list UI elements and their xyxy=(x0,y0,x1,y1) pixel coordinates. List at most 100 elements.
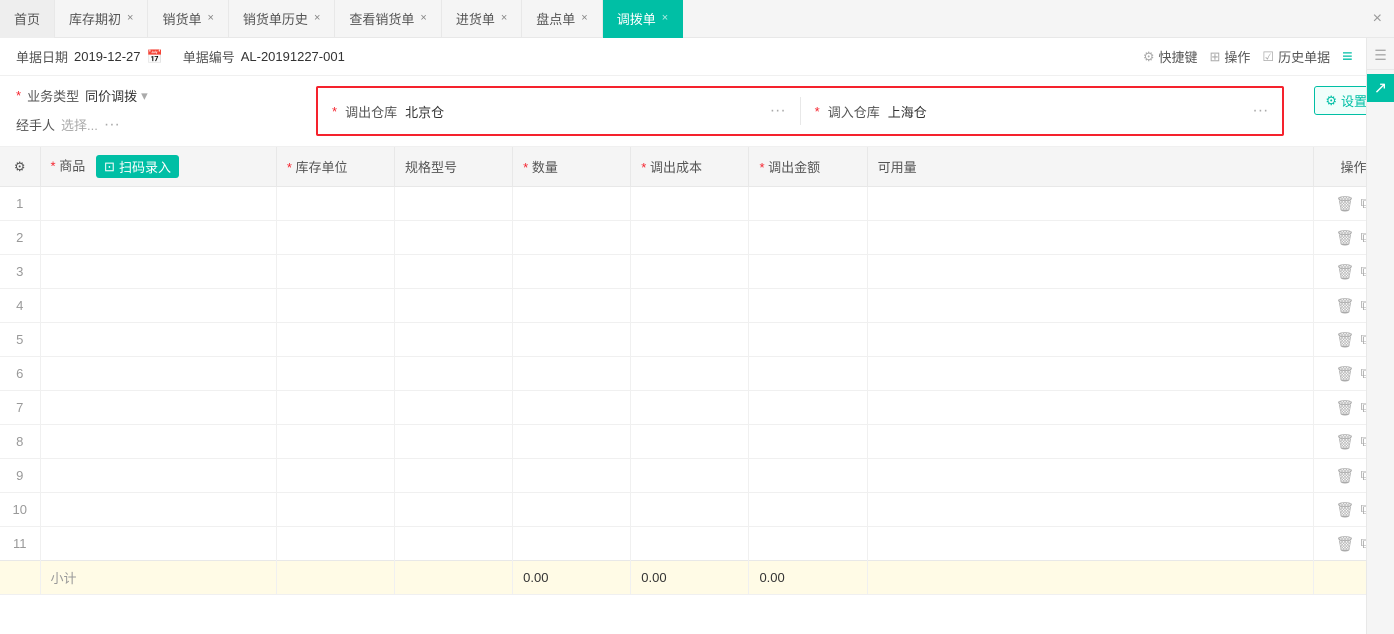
cell-cost[interactable] xyxy=(631,391,749,425)
cell-spec[interactable] xyxy=(394,289,512,323)
cell-product[interactable] xyxy=(40,289,276,323)
cell-qty[interactable] xyxy=(513,255,631,289)
cell-spec[interactable] xyxy=(394,357,512,391)
cell-spec[interactable] xyxy=(394,323,512,357)
delete-icon[interactable]: 🗑 xyxy=(1336,501,1355,519)
cell-unit[interactable] xyxy=(276,187,394,221)
cell-spec[interactable] xyxy=(394,493,512,527)
cell-unit[interactable] xyxy=(276,391,394,425)
cell-product[interactable] xyxy=(40,425,276,459)
tab-transfer-close[interactable]: × xyxy=(662,13,668,24)
cell-qty[interactable] xyxy=(513,459,631,493)
cell-unit[interactable] xyxy=(276,255,394,289)
cell-amount[interactable] xyxy=(749,289,867,323)
tab-home[interactable]: 首页 xyxy=(0,0,55,38)
cell-product[interactable] xyxy=(40,323,276,357)
tab-stocktake-close[interactable]: × xyxy=(581,13,587,24)
tab-close-all[interactable]: × xyxy=(1361,0,1394,38)
cell-product[interactable] xyxy=(40,493,276,527)
cell-spec[interactable] xyxy=(394,221,512,255)
delete-icon[interactable]: 🗑 xyxy=(1336,433,1355,451)
cell-available[interactable] xyxy=(867,323,1313,357)
cell-unit[interactable] xyxy=(276,493,394,527)
handler-input[interactable]: 选择... xyxy=(61,115,98,134)
cell-available[interactable] xyxy=(867,527,1313,561)
cell-cost[interactable] xyxy=(631,493,749,527)
cell-cost[interactable] xyxy=(631,323,749,357)
cell-cost[interactable] xyxy=(631,527,749,561)
delete-icon[interactable]: 🗑 xyxy=(1336,399,1355,417)
cell-cost[interactable] xyxy=(631,255,749,289)
cell-qty[interactable] xyxy=(513,187,631,221)
delete-icon[interactable]: 🗑 xyxy=(1336,297,1355,315)
cell-qty[interactable] xyxy=(513,527,631,561)
cell-amount[interactable] xyxy=(749,323,867,357)
scan-button[interactable]: ⊡ 扫码录入 xyxy=(96,155,179,178)
cell-qty[interactable] xyxy=(513,357,631,391)
cell-product[interactable] xyxy=(40,459,276,493)
cell-cost[interactable] xyxy=(631,357,749,391)
business-type-select[interactable]: 同价调拨 ▾ xyxy=(85,86,148,105)
cell-cost[interactable] xyxy=(631,187,749,221)
delete-icon[interactable]: 🗑 xyxy=(1336,365,1355,383)
cell-cost[interactable] xyxy=(631,425,749,459)
cell-unit[interactable] xyxy=(276,425,394,459)
cell-cost[interactable] xyxy=(631,459,749,493)
layout-list-btn[interactable]: ≡ xyxy=(1342,46,1353,67)
cell-amount[interactable] xyxy=(749,221,867,255)
cell-product[interactable] xyxy=(40,391,276,425)
tab-stocktake[interactable]: 盘点单 × xyxy=(522,0,602,38)
cell-spec[interactable] xyxy=(394,425,512,459)
cell-qty[interactable] xyxy=(513,323,631,357)
cell-product[interactable] xyxy=(40,255,276,289)
cell-amount[interactable] xyxy=(749,425,867,459)
cell-spec[interactable] xyxy=(394,459,512,493)
tab-view-sales[interactable]: 查看销货单 × xyxy=(335,0,441,38)
in-warehouse-value[interactable]: 上海仓 xyxy=(888,102,927,121)
cell-qty[interactable] xyxy=(513,493,631,527)
delete-icon[interactable]: 🗑 xyxy=(1336,229,1355,247)
cell-qty[interactable] xyxy=(513,391,631,425)
cell-amount[interactable] xyxy=(749,357,867,391)
cell-available[interactable] xyxy=(867,255,1313,289)
cell-unit[interactable] xyxy=(276,289,394,323)
cell-available[interactable] xyxy=(867,493,1313,527)
tab-purchase-close[interactable]: × xyxy=(501,13,507,24)
tab-view-sales-close[interactable]: × xyxy=(420,13,426,24)
cell-available[interactable] xyxy=(867,357,1313,391)
cell-spec[interactable] xyxy=(394,187,512,221)
calendar-icon[interactable]: 📅 xyxy=(147,49,163,65)
cell-available[interactable] xyxy=(867,391,1313,425)
cell-qty[interactable] xyxy=(513,425,631,459)
cell-product[interactable] xyxy=(40,357,276,391)
out-warehouse-more-icon[interactable]: ··· xyxy=(770,102,786,120)
cell-amount[interactable] xyxy=(749,187,867,221)
shortcut-btn[interactable]: ⚙ 快捷键 xyxy=(1143,47,1198,66)
tab-sales-order[interactable]: 销货单 × xyxy=(148,0,228,38)
cell-available[interactable] xyxy=(867,187,1313,221)
sidebar-expand-icon[interactable]: ↗ xyxy=(1367,74,1394,102)
delete-icon[interactable]: 🗑 xyxy=(1336,535,1355,553)
cell-product[interactable] xyxy=(40,187,276,221)
tab-sales-order-close[interactable]: × xyxy=(207,13,213,24)
cell-spec[interactable] xyxy=(394,255,512,289)
sidebar-notes-icon[interactable]: ☰ xyxy=(1367,42,1394,70)
cell-unit[interactable] xyxy=(276,357,394,391)
cell-available[interactable] xyxy=(867,425,1313,459)
out-warehouse-value[interactable]: 北京仓 xyxy=(405,102,444,121)
tab-inventory-init[interactable]: 库存期初 × xyxy=(55,0,148,38)
cell-amount[interactable] xyxy=(749,255,867,289)
cell-amount[interactable] xyxy=(749,459,867,493)
delete-icon[interactable]: 🗑 xyxy=(1336,467,1355,485)
tab-purchase[interactable]: 进货单 × xyxy=(442,0,522,38)
cell-unit[interactable] xyxy=(276,459,394,493)
in-warehouse-more-icon[interactable]: ··· xyxy=(1252,102,1268,120)
cell-cost[interactable] xyxy=(631,221,749,255)
cell-available[interactable] xyxy=(867,221,1313,255)
tab-sales-history-close[interactable]: × xyxy=(314,13,320,24)
delete-icon[interactable]: 🗑 xyxy=(1336,195,1355,213)
cell-product[interactable] xyxy=(40,527,276,561)
delete-icon[interactable]: 🗑 xyxy=(1336,331,1355,349)
operation-btn[interactable]: ⊞ 操作 xyxy=(1209,47,1250,66)
delete-icon[interactable]: 🗑 xyxy=(1336,263,1355,281)
